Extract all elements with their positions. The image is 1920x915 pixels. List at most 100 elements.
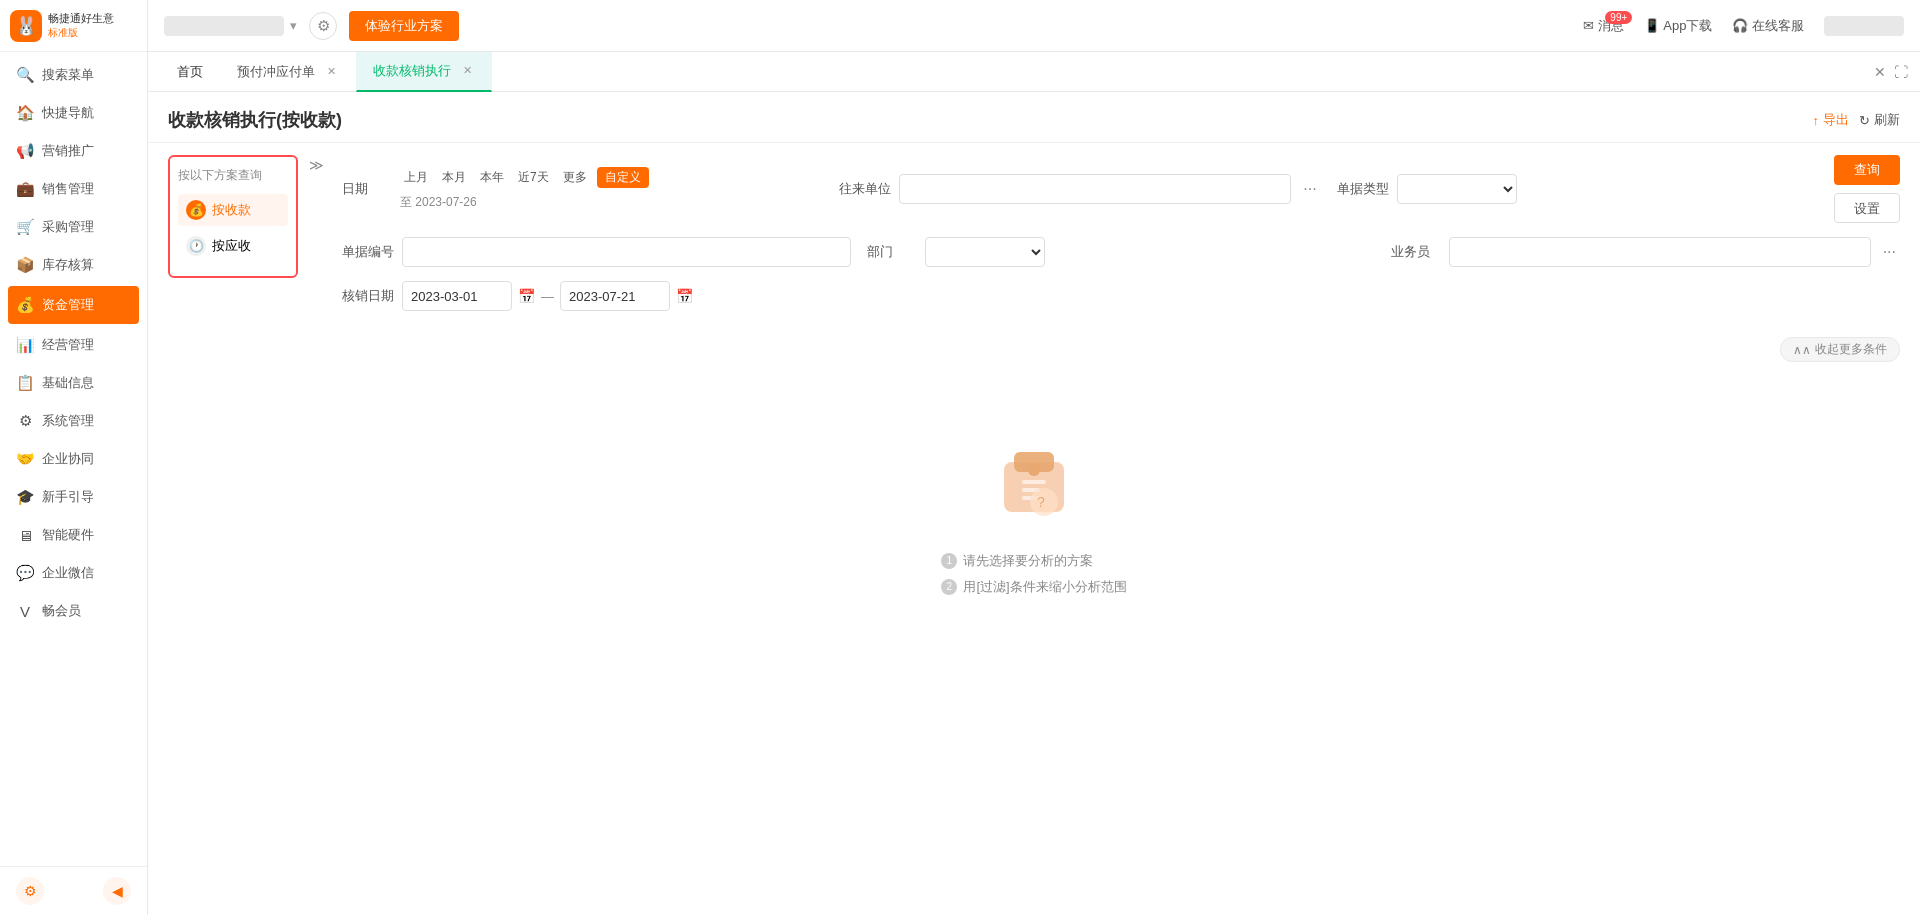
tip-text-1: 请先选择要分析的方案 bbox=[963, 548, 1093, 574]
sidebar-item-basicinfo[interactable]: 📋 基础信息 bbox=[0, 364, 147, 402]
sidebar-item-label: 库存核算 bbox=[42, 256, 94, 274]
filter-option-by-receipt[interactable]: 💰 按收款 bbox=[178, 194, 288, 226]
filter-sidebar: 按以下方案查询 💰 按收款 🕐 按应收 bbox=[168, 155, 298, 278]
sidebar-item-label: 快捷导航 bbox=[42, 104, 94, 122]
collapse-conditions-button[interactable]: ∧∧ 收起更多条件 bbox=[1780, 337, 1900, 362]
home-icon: 🏠 bbox=[16, 104, 34, 122]
tab-prepaid[interactable]: 预付冲应付单 ✕ bbox=[220, 52, 356, 92]
guide-icon: 🎓 bbox=[16, 488, 34, 506]
form-row-3: 核销日期 📅 — 📅 bbox=[342, 281, 1900, 311]
message-button[interactable]: ✉ 消息 99+ bbox=[1583, 17, 1624, 35]
sidebar-item-marketing[interactable]: 📢 营销推广 bbox=[0, 132, 147, 170]
inventory-icon: 📦 bbox=[16, 256, 34, 274]
verify-date-end-input[interactable] bbox=[560, 281, 670, 311]
finance-icon: 💰 bbox=[16, 296, 34, 314]
app-sub: 标准版 bbox=[48, 26, 114, 40]
topbar-gear-icon[interactable]: ⚙ bbox=[309, 12, 337, 40]
verify-date-start-calendar-icon[interactable]: 📅 bbox=[518, 288, 535, 304]
management-icon: 📊 bbox=[16, 336, 34, 354]
filter-sidebar-title: 按以下方案查询 bbox=[178, 167, 288, 184]
verify-date-end-calendar-icon[interactable]: 📅 bbox=[676, 288, 693, 304]
online-service-label: 在线客服 bbox=[1752, 18, 1804, 33]
collapse-sidebar-icon[interactable]: ◀ bbox=[103, 877, 131, 905]
last-month-btn[interactable]: 上月 bbox=[400, 167, 432, 188]
collapse-up-icon: ∧∧ bbox=[1793, 343, 1811, 357]
tab-prepaid-close-icon[interactable]: ✕ bbox=[323, 64, 339, 80]
date-shortcuts: 上月 本月 本年 近7天 更多 自定义 bbox=[400, 167, 649, 188]
filter-option-by-receivable[interactable]: 🕐 按应收 bbox=[178, 230, 288, 262]
sidebar-item-collab[interactable]: 🤝 企业协同 bbox=[0, 440, 147, 478]
industry-solution-button[interactable]: 体验行业方案 bbox=[349, 11, 459, 41]
voucher-no-field: 单据编号 bbox=[342, 237, 851, 267]
empty-state: ? 1 请先选择要分析的方案 2 用[过滤]条件来缩小分析范围 bbox=[148, 372, 1920, 660]
user-info bbox=[1824, 16, 1904, 36]
sidebar-item-guide[interactable]: 🎓 新手引导 bbox=[0, 478, 147, 516]
online-service-link[interactable]: 🎧 在线客服 bbox=[1732, 17, 1804, 35]
expand-tabs-icon[interactable]: ⛶ bbox=[1894, 64, 1908, 80]
this-month-btn[interactable]: 本月 bbox=[438, 167, 470, 188]
voucher-type-select[interactable] bbox=[1397, 174, 1517, 204]
sidebar-item-label: 经营管理 bbox=[42, 336, 94, 354]
voucher-no-label: 单据编号 bbox=[342, 243, 394, 261]
verify-date-start-input[interactable] bbox=[402, 281, 512, 311]
staff-input[interactable] bbox=[1449, 237, 1870, 267]
sidebar-item-label: 企业微信 bbox=[42, 564, 94, 582]
tab-writeoff-close-icon[interactable]: ✕ bbox=[459, 63, 475, 79]
sidebar-item-wechat[interactable]: 💬 企业微信 bbox=[0, 554, 147, 592]
sidebar-item-label: 采购管理 bbox=[42, 218, 94, 236]
refresh-label: 刷新 bbox=[1874, 111, 1900, 129]
refresh-button[interactable]: ↻ 刷新 bbox=[1859, 111, 1900, 129]
app-download-link[interactable]: 📱 App下载 bbox=[1644, 17, 1712, 35]
tip-num-1: 1 bbox=[941, 553, 957, 569]
page-container: 收款核销执行(按收款) ↑ 导出 ↻ 刷新 按以下方案 bbox=[148, 92, 1920, 915]
more-date-btn[interactable]: 更多 bbox=[559, 167, 591, 188]
sidebar-item-search[interactable]: 🔍 搜索菜单 bbox=[0, 56, 147, 94]
empty-tip-row-2: 2 用[过滤]条件来缩小分析范围 bbox=[941, 574, 1126, 600]
collab-icon: 🤝 bbox=[16, 450, 34, 468]
sidebar-item-purchase[interactable]: 🛒 采购管理 bbox=[0, 208, 147, 246]
tip-text-2: 用[过滤]条件来缩小分析范围 bbox=[963, 574, 1126, 600]
sidebar-item-label: 畅会员 bbox=[42, 602, 81, 620]
refresh-icon: ↻ bbox=[1859, 113, 1870, 128]
collapse-conditions-bar: ∧∧ 收起更多条件 bbox=[148, 337, 1920, 372]
filter-option-receivable-label: 按应收 bbox=[212, 237, 251, 255]
close-all-tabs-icon[interactable]: ✕ bbox=[1874, 64, 1886, 80]
export-button[interactable]: ↑ 导出 bbox=[1813, 111, 1850, 129]
sidebar-item-system[interactable]: ⚙ 系统管理 bbox=[0, 402, 147, 440]
this-year-btn[interactable]: 本年 bbox=[476, 167, 508, 188]
sidebar-item-label: 系统管理 bbox=[42, 412, 94, 430]
content-area: 收款核销执行(按收款) ↑ 导出 ↻ 刷新 按以下方案 bbox=[148, 92, 1920, 915]
sidebar-item-label: 基础信息 bbox=[42, 374, 94, 392]
query-button[interactable]: 查询 bbox=[1834, 155, 1900, 185]
counterpart-ellipsis-icon[interactable]: ··· bbox=[1299, 180, 1320, 198]
setting-button[interactable]: 设置 bbox=[1834, 193, 1900, 223]
date-range-separator: — bbox=[541, 289, 554, 304]
export-icon: ↑ bbox=[1813, 113, 1820, 128]
sidebar-item-member[interactable]: V 畅会员 bbox=[0, 592, 147, 630]
company-selector[interactable]: ▾ bbox=[164, 16, 297, 36]
system-icon: ⚙ bbox=[16, 412, 34, 430]
sidebar-item-inventory[interactable]: 📦 库存核算 bbox=[0, 246, 147, 284]
sidebar-item-finance[interactable]: 💰 资金管理 bbox=[8, 286, 139, 324]
counterpart-input[interactable] bbox=[899, 174, 1291, 204]
tab-writeoff[interactable]: 收款核销执行 ✕ bbox=[356, 52, 492, 92]
receipt-icon: 💰 bbox=[186, 200, 206, 220]
settings-icon[interactable]: ⚙ bbox=[16, 877, 44, 905]
tabbar-actions: ✕ ⛶ bbox=[1874, 64, 1908, 80]
last-7days-btn[interactable]: 近7天 bbox=[514, 167, 553, 188]
tab-writeoff-label: 收款核销执行 bbox=[373, 62, 451, 80]
staff-ellipsis-icon[interactable]: ··· bbox=[1879, 243, 1900, 261]
staff-label: 业务员 bbox=[1391, 243, 1441, 261]
hardware-icon: 🖥 bbox=[16, 526, 34, 544]
sidebar-item-management[interactable]: 📊 经营管理 bbox=[0, 326, 147, 364]
tab-home[interactable]: 首页 bbox=[160, 52, 220, 92]
voucher-no-input[interactable] bbox=[402, 237, 851, 267]
search-menu-icon: 🔍 bbox=[16, 66, 34, 84]
sidebar-item-hardware[interactable]: 🖥 智能硬件 bbox=[0, 516, 147, 554]
dept-select[interactable] bbox=[925, 237, 1045, 267]
form-row-1: 日期 上月 本月 本年 近7天 更多 自定义 至 20 bbox=[342, 155, 1900, 223]
sidebar-item-quicknav[interactable]: 🏠 快捷导航 bbox=[0, 94, 147, 132]
sidebar-item-sales[interactable]: 💼 销售管理 bbox=[0, 170, 147, 208]
custom-date-btn[interactable]: 自定义 bbox=[597, 167, 649, 188]
collapse-filter-sidebar-icon[interactable]: ≫ bbox=[306, 155, 326, 175]
